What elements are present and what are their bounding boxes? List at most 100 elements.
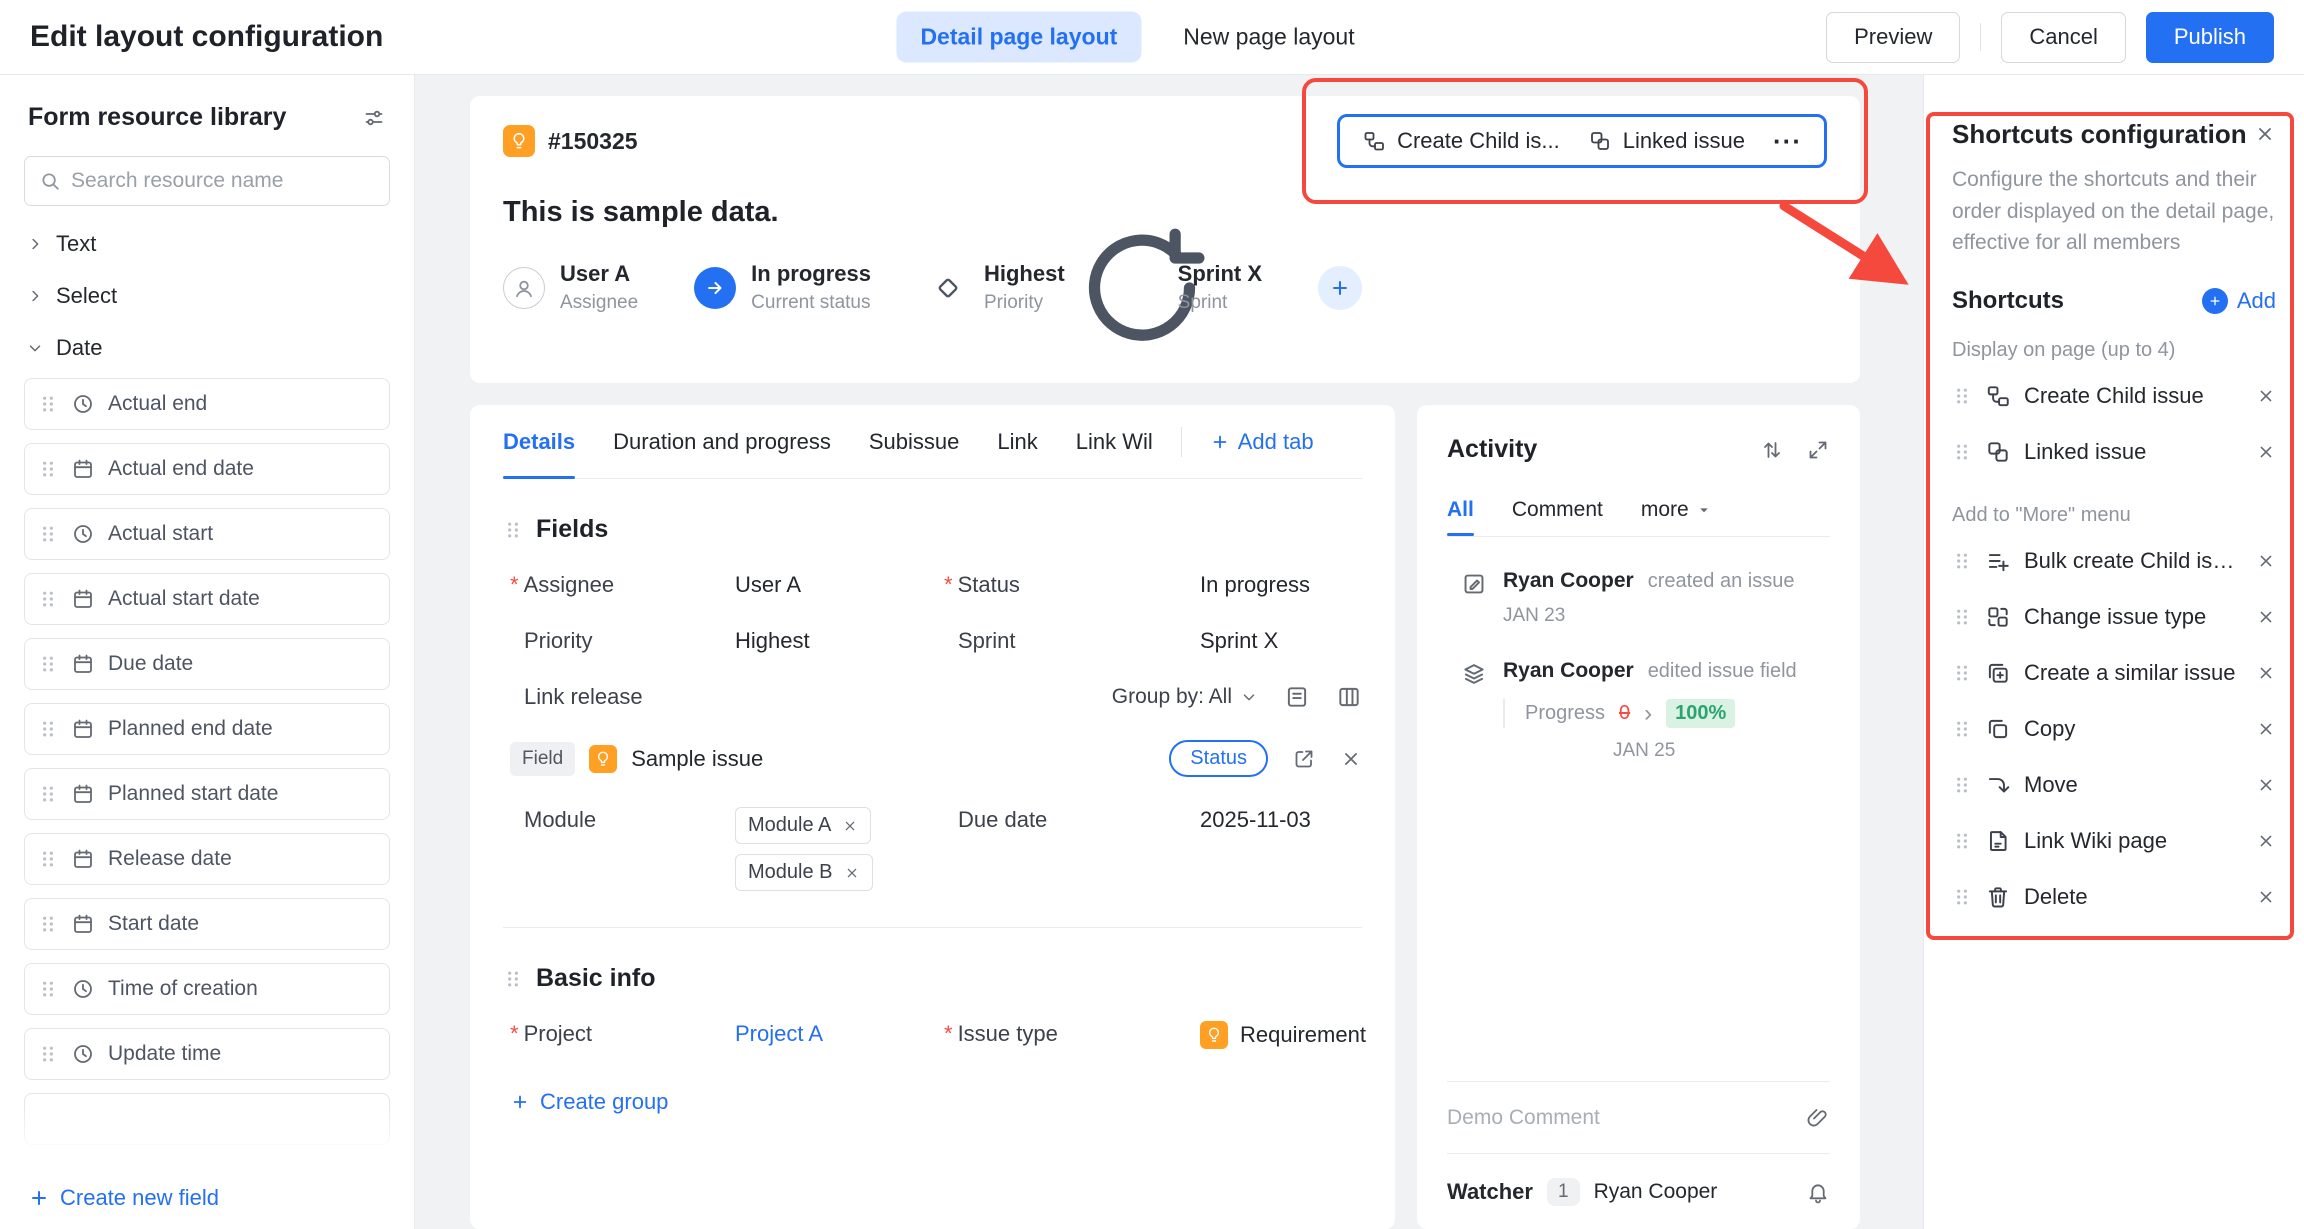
tab-new-page-layout[interactable]: New page layout bbox=[1159, 12, 1378, 63]
cancel-button[interactable]: Cancel bbox=[2001, 11, 2126, 63]
create-new-field-button[interactable]: Create new field bbox=[24, 1167, 390, 1229]
drag-handle-icon[interactable] bbox=[38, 979, 58, 999]
drag-handle-icon[interactable] bbox=[1952, 551, 1972, 571]
search-resource-box[interactable] bbox=[24, 156, 390, 206]
remove-icon[interactable] bbox=[844, 865, 860, 881]
field-value-issue-type[interactable]: Requirement bbox=[1200, 1021, 1366, 1049]
attribute-assignee[interactable]: User A Assignee bbox=[503, 261, 638, 314]
more-actions-button[interactable]: ··· bbox=[1761, 128, 1814, 154]
preview-button[interactable]: Preview bbox=[1826, 11, 1961, 63]
tab-comment[interactable]: Comment bbox=[1512, 484, 1603, 536]
attribute-current-status[interactable]: In progress Current status bbox=[694, 261, 871, 314]
drag-handle-icon[interactable] bbox=[1952, 831, 1972, 851]
drag-handle-icon[interactable] bbox=[1952, 887, 1972, 907]
tree-group-text[interactable]: Text bbox=[24, 218, 390, 270]
search-input[interactable] bbox=[71, 169, 375, 193]
create-child-issue-button[interactable]: Create Child is... bbox=[1350, 122, 1572, 160]
tab-duration-and-progress[interactable]: Duration and progress bbox=[613, 405, 831, 479]
drag-handle-icon[interactable] bbox=[38, 589, 58, 609]
drag-handle-icon[interactable] bbox=[1952, 386, 1972, 406]
remove-icon[interactable] bbox=[2256, 887, 2276, 907]
drag-handle-icon[interactable] bbox=[1952, 775, 1972, 795]
drag-handle-icon[interactable] bbox=[38, 784, 58, 804]
date-field-update-time[interactable]: Update time bbox=[24, 1028, 390, 1080]
remove-icon[interactable] bbox=[2256, 831, 2276, 851]
drag-handle-icon[interactable] bbox=[503, 520, 523, 540]
collapse-panel-icon[interactable] bbox=[362, 106, 386, 130]
comment-input[interactable]: Demo Comment bbox=[1447, 1081, 1830, 1153]
date-field-actual-end-date[interactable]: Actual end date bbox=[24, 443, 390, 495]
drag-handle-icon[interactable] bbox=[1952, 442, 1972, 462]
drag-handle-icon[interactable] bbox=[1952, 719, 1972, 739]
close-icon[interactable] bbox=[2254, 123, 2276, 145]
shortcut-item-move[interactable]: Move bbox=[1952, 757, 2276, 813]
drag-handle-icon[interactable] bbox=[1952, 663, 1972, 683]
drag-handle-icon[interactable] bbox=[38, 524, 58, 544]
linked-issue-title[interactable]: Sample issue bbox=[631, 746, 763, 772]
remove-icon[interactable] bbox=[2256, 386, 2276, 406]
date-field-start-date[interactable]: Start date bbox=[24, 898, 390, 950]
remove-icon[interactable] bbox=[842, 818, 858, 834]
drag-handle-icon[interactable] bbox=[38, 849, 58, 869]
date-field-due-date[interactable]: Due date bbox=[24, 638, 390, 690]
tab-link-wiki[interactable]: Link Wil bbox=[1076, 405, 1153, 479]
tree-group-select[interactable]: Select bbox=[24, 270, 390, 322]
drag-handle-icon[interactable] bbox=[38, 914, 58, 934]
linked-issue-button[interactable]: Linked issue bbox=[1576, 122, 1757, 160]
expand-icon[interactable] bbox=[1806, 438, 1830, 462]
drag-handle-icon[interactable] bbox=[38, 1044, 58, 1064]
date-field-actual-start-date[interactable]: Actual start date bbox=[24, 573, 390, 625]
remove-icon[interactable] bbox=[2256, 775, 2276, 795]
shortcut-item-create-child-issue[interactable]: Create Child issue bbox=[1952, 368, 2276, 424]
open-external-icon[interactable] bbox=[1292, 747, 1316, 771]
shortcut-item-create-a-similar-issue[interactable]: Create a similar issue bbox=[1952, 645, 2276, 701]
remove-icon[interactable] bbox=[2256, 663, 2276, 683]
tab-all[interactable]: All bbox=[1447, 484, 1474, 536]
list-view-icon[interactable] bbox=[1284, 684, 1310, 710]
shortcut-item-copy[interactable]: Copy bbox=[1952, 701, 2276, 757]
drag-handle-icon[interactable] bbox=[38, 719, 58, 739]
field-value-due-date[interactable]: 2025-11-03 bbox=[1200, 807, 1362, 833]
tree-group-date[interactable]: Date bbox=[24, 322, 390, 374]
add-attribute-button[interactable] bbox=[1318, 265, 1363, 310]
field-value-status[interactable]: In progress bbox=[1200, 572, 1362, 598]
remove-icon[interactable] bbox=[1340, 748, 1362, 770]
date-field-actual-start[interactable]: Actual start bbox=[24, 508, 390, 560]
tab-more[interactable]: more bbox=[1641, 484, 1713, 536]
shortcut-item-delete[interactable]: Delete bbox=[1952, 869, 2276, 925]
add-shortcut-button[interactable]: Add bbox=[2201, 287, 2276, 314]
remove-icon[interactable] bbox=[2256, 607, 2276, 627]
tab-subissue[interactable]: Subissue bbox=[869, 405, 960, 479]
date-field-planned-end-date[interactable]: Planned end date bbox=[24, 703, 390, 755]
tab-detail-page-layout[interactable]: Detail page layout bbox=[896, 11, 1142, 63]
date-field-time-of-creation[interactable]: Time of creation bbox=[24, 963, 390, 1015]
field-value-assignee[interactable]: User A bbox=[735, 572, 944, 598]
shortcut-item-link-wiki-page[interactable]: Link Wiki page bbox=[1952, 813, 2276, 869]
attachment-icon[interactable] bbox=[1806, 1106, 1830, 1130]
field-value-project[interactable]: Project A bbox=[735, 1021, 944, 1047]
tab-link[interactable]: Link bbox=[997, 405, 1037, 479]
drag-handle-icon[interactable] bbox=[1952, 607, 1972, 627]
shortcut-item-change-issue-type[interactable]: Change issue type bbox=[1952, 589, 2276, 645]
date-field-planned-start-date[interactable]: Planned start date bbox=[24, 768, 390, 820]
group-by-dropdown[interactable]: Group by: All bbox=[1112, 685, 1258, 709]
field-value-priority[interactable]: Highest bbox=[735, 628, 944, 654]
remove-icon[interactable] bbox=[2256, 442, 2276, 462]
create-group-button[interactable]: Create group bbox=[510, 1089, 1362, 1115]
publish-button[interactable]: Publish bbox=[2145, 11, 2274, 63]
field-value-sprint[interactable]: Sprint X bbox=[1200, 628, 1362, 654]
bell-icon[interactable] bbox=[1806, 1180, 1830, 1204]
attribute-sprint[interactable]: Sprint X Sprint bbox=[1121, 261, 1262, 314]
date-field-release-date[interactable]: Release date bbox=[24, 833, 390, 885]
shortcut-item-bulk-create-child-issue[interactable]: Bulk create Child issue bbox=[1952, 533, 2276, 589]
drag-handle-icon[interactable] bbox=[503, 969, 523, 989]
remove-icon[interactable] bbox=[2256, 719, 2276, 739]
drag-handle-icon[interactable] bbox=[38, 459, 58, 479]
add-tab-button[interactable]: Add tab bbox=[1210, 429, 1314, 455]
sort-icon[interactable] bbox=[1760, 438, 1784, 462]
shortcut-item-linked-issue[interactable]: Linked issue bbox=[1952, 424, 2276, 480]
tab-details[interactable]: Details bbox=[503, 405, 576, 479]
remove-icon[interactable] bbox=[2256, 551, 2276, 571]
drag-handle-icon[interactable] bbox=[38, 654, 58, 674]
board-view-icon[interactable] bbox=[1336, 684, 1362, 710]
